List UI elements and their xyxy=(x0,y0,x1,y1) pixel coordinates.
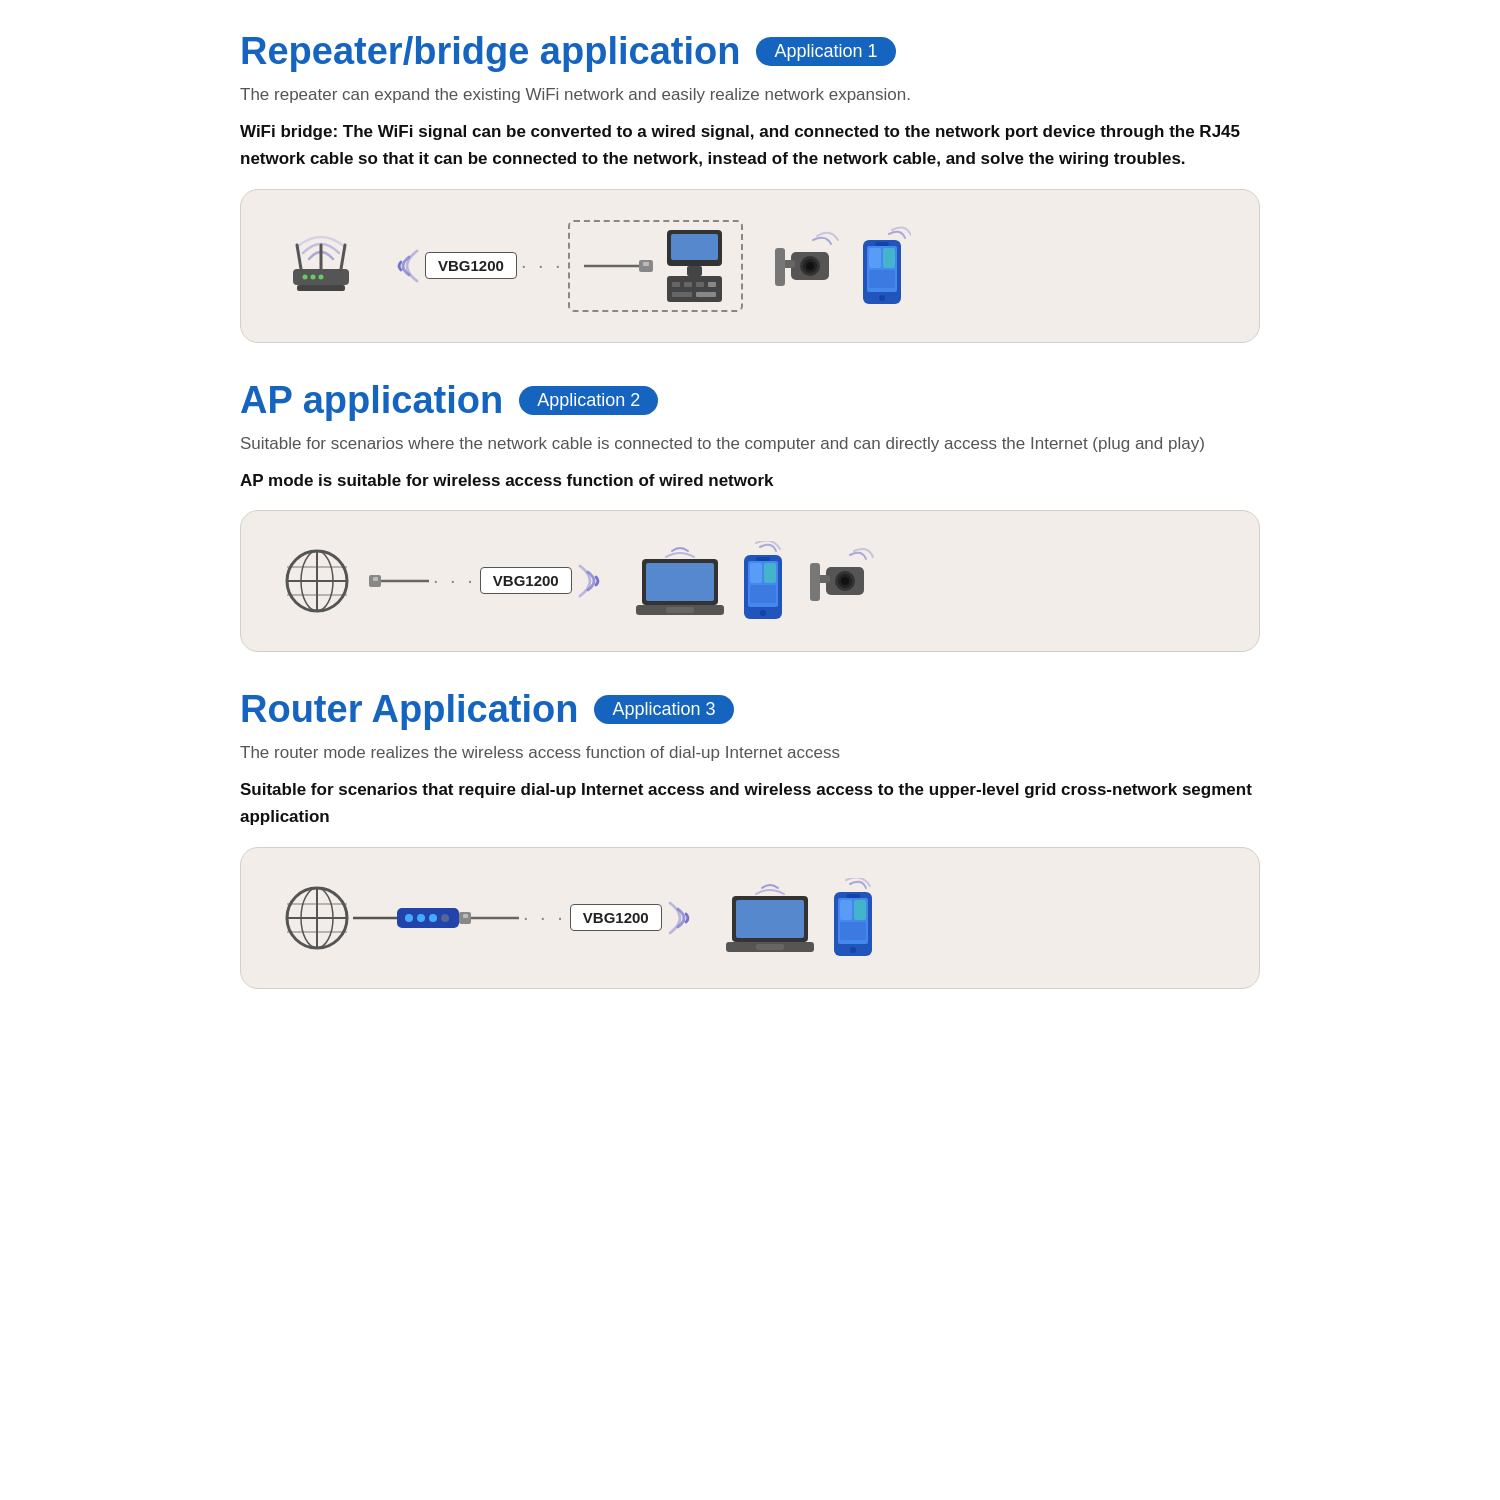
router-diagram-row: · · · VBG1200 xyxy=(281,878,1219,958)
svg-rect-30 xyxy=(875,242,889,246)
dashed-cable-box xyxy=(568,220,743,312)
svg-rect-14 xyxy=(667,276,722,302)
repeater-title-row: Repeater/bridge application Application … xyxy=(240,30,1260,73)
camera-icon-ap xyxy=(808,547,876,615)
svg-point-69 xyxy=(417,914,425,922)
svg-rect-41 xyxy=(373,577,378,581)
router-badge: Application 3 xyxy=(594,695,733,724)
svg-rect-32 xyxy=(883,248,895,268)
repeater-diagram-row: VBG1200 · · · xyxy=(281,220,1219,312)
svg-rect-18 xyxy=(708,282,716,287)
ap-desc-normal: Suitable for scenarios where the network… xyxy=(240,430,1260,457)
vbg-box-router: VBG1200 xyxy=(570,904,662,931)
svg-rect-82 xyxy=(846,894,860,898)
svg-rect-46 xyxy=(666,607,694,613)
router-diagram: · · · VBG1200 xyxy=(240,847,1260,989)
router-section: Router Application Application 3 The rou… xyxy=(240,688,1260,989)
camera-icon xyxy=(771,230,843,302)
repeater-diagram: VBG1200 · · · xyxy=(240,189,1260,343)
svg-rect-85 xyxy=(840,922,866,940)
svg-rect-7 xyxy=(297,285,345,291)
svg-rect-13 xyxy=(687,266,702,276)
globe-icon-router xyxy=(281,882,353,954)
laptop-icon-router xyxy=(726,882,814,954)
ap-desc-bold: AP mode is suitable for wireless access … xyxy=(240,467,1260,494)
svg-rect-16 xyxy=(684,282,692,287)
repeater-title: Repeater/bridge application xyxy=(240,30,740,73)
svg-point-68 xyxy=(405,914,413,922)
vbg-box-ap: VBG1200 xyxy=(480,567,572,594)
ap-section: AP application Application 2 Suitable fo… xyxy=(240,379,1260,652)
rj45-cable-ap xyxy=(369,567,429,595)
router-desc-bold: Suitable for scenarios that require dial… xyxy=(240,776,1260,830)
repeater-desc-bold: WiFi bridge: The WiFi signal can be conv… xyxy=(240,118,1260,172)
repeater-desc-normal: The repeater can expand the existing WiF… xyxy=(240,81,1260,108)
svg-point-6 xyxy=(319,274,324,279)
svg-rect-17 xyxy=(696,282,704,287)
repeater-badge: Application 1 xyxy=(756,37,895,66)
wifi-signal-router-right xyxy=(662,893,698,943)
svg-rect-31 xyxy=(869,248,881,268)
svg-rect-52 xyxy=(764,563,776,583)
svg-rect-15 xyxy=(672,282,680,287)
svg-point-49 xyxy=(760,610,766,616)
svg-rect-83 xyxy=(840,900,852,920)
ap-diagram: · · · VBG1200 xyxy=(240,510,1260,652)
svg-rect-20 xyxy=(696,292,716,297)
svg-rect-76 xyxy=(736,900,804,938)
svg-point-81 xyxy=(850,947,856,953)
smartphone-icon-router xyxy=(830,878,882,958)
svg-rect-50 xyxy=(756,557,770,561)
rj45-cable-router xyxy=(459,904,519,932)
svg-rect-84 xyxy=(854,900,866,920)
ap-badge: Application 2 xyxy=(519,386,658,415)
repeater-section: Repeater/bridge application Application … xyxy=(240,30,1260,343)
router-icon xyxy=(281,231,361,301)
svg-rect-73 xyxy=(463,914,468,918)
svg-rect-44 xyxy=(646,563,714,601)
svg-line-1 xyxy=(297,245,301,269)
svg-point-4 xyxy=(303,274,308,279)
svg-point-57 xyxy=(841,577,849,585)
vbg-box-repeater: VBG1200 xyxy=(425,252,517,279)
wifi-signal-ap-right xyxy=(572,556,608,606)
dots-connector-1: · · · xyxy=(521,254,564,277)
ap-diagram-row: · · · VBG1200 xyxy=(281,541,1219,621)
svg-point-5 xyxy=(311,274,316,279)
smartphone-icon-ap xyxy=(740,541,792,621)
router-title: Router Application xyxy=(240,688,578,731)
router-desc-normal: The router mode realizes the wireless ac… xyxy=(240,739,1260,766)
laptop-icon-ap xyxy=(636,545,724,617)
dots-connector-ap: · · · xyxy=(433,569,476,592)
svg-point-24 xyxy=(806,262,814,270)
smartphone-icon-repeater xyxy=(859,226,911,306)
svg-line-3 xyxy=(341,245,345,269)
svg-point-29 xyxy=(879,295,885,301)
svg-rect-51 xyxy=(750,563,762,583)
wifi-signal-left xyxy=(389,241,425,291)
svg-rect-12 xyxy=(671,234,718,260)
line-to-modem xyxy=(353,908,397,928)
router-title-row: Router Application Application 3 xyxy=(240,688,1260,731)
ap-title: AP application xyxy=(240,379,503,422)
svg-rect-33 xyxy=(869,270,895,288)
svg-point-70 xyxy=(429,914,437,922)
svg-rect-53 xyxy=(750,585,776,603)
ap-title-row: AP application Application 2 xyxy=(240,379,1260,422)
dots-connector-router: · · · xyxy=(523,906,566,929)
svg-rect-19 xyxy=(672,292,692,297)
svg-rect-26 xyxy=(775,248,785,286)
globe-icon-ap xyxy=(281,545,353,617)
svg-rect-78 xyxy=(756,944,784,950)
svg-point-71 xyxy=(441,914,449,922)
modem-device-icon xyxy=(397,900,459,936)
svg-rect-59 xyxy=(810,563,820,601)
svg-rect-10 xyxy=(643,262,649,266)
